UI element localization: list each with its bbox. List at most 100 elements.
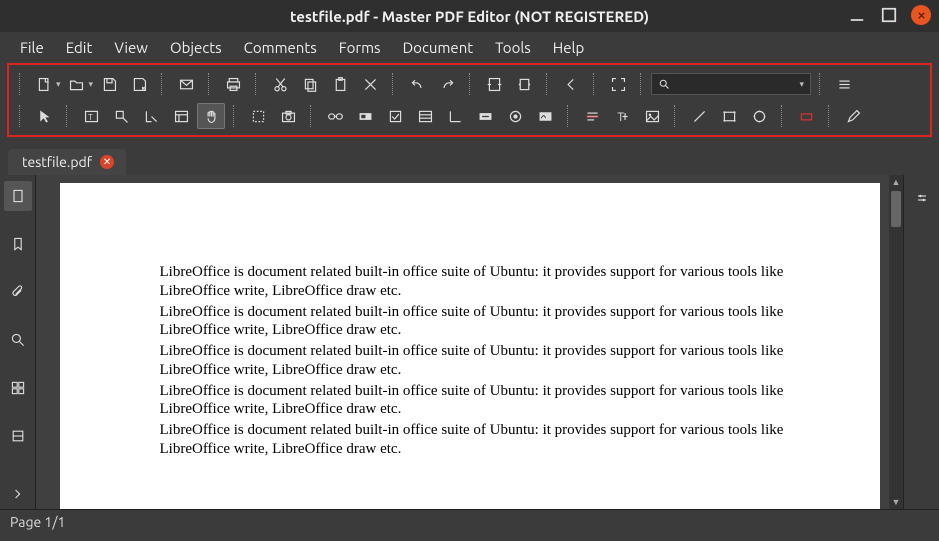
paste-button[interactable] (326, 71, 354, 97)
vertical-scrollbar[interactable]: ▲ ▼ (889, 175, 903, 509)
scroll-up-icon[interactable]: ▲ (891, 177, 901, 187)
edit-object-tool[interactable] (107, 103, 135, 129)
menu-comments[interactable]: Comments (234, 37, 327, 58)
toolbar-sep (546, 73, 549, 95)
toolbar-sep (469, 73, 472, 95)
toolbar-area: ▾ ▾ ▾ T (7, 63, 932, 137)
pdf-page: LibreOffice is document related built-in… (60, 183, 880, 509)
collapse-panel-button[interactable] (4, 479, 32, 509)
snapshot-tool[interactable] (274, 103, 302, 129)
ellipse-tool[interactable] (745, 103, 773, 129)
combo-box-tool[interactable] (441, 103, 469, 129)
search-input[interactable] (676, 77, 796, 91)
menu-document[interactable]: Document (393, 37, 484, 58)
radio-button-tool[interactable] (501, 103, 529, 129)
side-panel-left (0, 175, 36, 509)
scrollbar-thumb[interactable] (891, 191, 901, 227)
prev-page-button[interactable] (557, 71, 585, 97)
svg-text:T: T (617, 110, 624, 123)
signature-tool[interactable] (531, 103, 559, 129)
workarea: LibreOffice is document related built-in… (0, 175, 939, 509)
bookmarks-panel-button[interactable] (4, 229, 32, 259)
insert-image-tool[interactable] (638, 103, 666, 129)
dropdown-icon[interactable]: ▾ (56, 79, 61, 90)
menu-objects[interactable]: Objects (160, 37, 232, 58)
attachments-panel-button[interactable] (4, 277, 32, 307)
tabbar: testfile.pdf ✕ (0, 145, 939, 175)
pencil-tool[interactable] (839, 103, 867, 129)
menubar: File Edit View Objects Comments Forms Do… (0, 34, 939, 60)
menu-view[interactable]: View (104, 37, 158, 58)
menu-edit[interactable]: Edit (56, 37, 103, 58)
edit-form-tool[interactable] (137, 103, 165, 129)
save-as-button[interactable] (125, 71, 153, 97)
toolbar-sep (233, 105, 236, 127)
thumbnails-panel-button[interactable] (4, 373, 32, 403)
line-tool[interactable] (685, 103, 713, 129)
menu-tools[interactable]: Tools (485, 37, 541, 58)
side-panel-right (903, 175, 939, 509)
button-tool[interactable] (471, 103, 499, 129)
pages-panel-button[interactable] (4, 181, 32, 211)
page-indicator: Page 1/1 (10, 514, 65, 530)
menu-icon[interactable] (830, 71, 858, 97)
edit-text-tool[interactable]: T (77, 103, 105, 129)
toolbar-sep (66, 105, 69, 127)
save-button[interactable] (95, 71, 123, 97)
new-file-button[interactable] (30, 71, 58, 97)
paragraph: LibreOffice is document related built-in… (160, 421, 810, 459)
minimize-button[interactable] (847, 5, 867, 25)
document-tab[interactable]: testfile.pdf ✕ (8, 149, 126, 175)
text-field-tool[interactable] (351, 103, 379, 129)
checkbox-tool[interactable] (381, 103, 409, 129)
dropdown-icon[interactable]: ▾ (89, 79, 94, 90)
toolbar-sep (208, 73, 211, 95)
fullscreen-button[interactable] (604, 71, 632, 97)
hand-tool[interactable] (197, 103, 225, 129)
toolbar-sep (640, 73, 643, 95)
rectangle-tool[interactable] (715, 103, 743, 129)
toolbar-row-2: T T (13, 100, 926, 132)
list-box-tool[interactable] (411, 103, 439, 129)
toolbar-row-1: ▾ ▾ ▾ (13, 68, 926, 100)
svg-text:T: T (88, 111, 93, 121)
toolbar-sep (19, 73, 22, 95)
close-button[interactable] (911, 5, 931, 25)
statusbar: Page 1/1 (0, 509, 939, 533)
menu-file[interactable]: File (10, 37, 54, 58)
delete-button[interactable] (356, 71, 384, 97)
paragraph: LibreOffice is document related built-in… (160, 342, 810, 380)
highlight-tool[interactable] (578, 103, 606, 129)
redo-button[interactable] (433, 71, 461, 97)
toolbar-sep (392, 73, 395, 95)
link-tool[interactable] (321, 103, 349, 129)
search-icon (658, 78, 670, 90)
close-tab-button[interactable]: ✕ (100, 155, 114, 169)
cut-button[interactable] (266, 71, 294, 97)
insert-text-tool[interactable]: T (608, 103, 636, 129)
undo-button[interactable] (403, 71, 431, 97)
paragraph: LibreOffice is document related built-in… (160, 382, 810, 420)
email-button[interactable] (172, 71, 200, 97)
copy-button[interactable] (296, 71, 324, 97)
fit-page-button[interactable] (480, 71, 508, 97)
layers-panel-button[interactable] (4, 421, 32, 451)
dropdown-icon[interactable]: ▾ (800, 79, 805, 90)
object-inspector-button[interactable] (908, 185, 936, 215)
search-box[interactable]: ▾ (651, 73, 811, 95)
search-panel-button[interactable] (4, 325, 32, 355)
fit-width-button[interactable] (510, 71, 538, 97)
form-field-tool[interactable] (167, 103, 195, 129)
toolbar-sep (819, 73, 822, 95)
select-area-tool[interactable] (244, 103, 272, 129)
scroll-down-icon[interactable]: ▼ (891, 497, 901, 507)
document-canvas[interactable]: LibreOffice is document related built-in… (36, 175, 903, 509)
toolbar-sep (255, 73, 258, 95)
print-button[interactable] (219, 71, 247, 97)
stamp-tool[interactable] (792, 103, 820, 129)
select-tool[interactable] (30, 103, 58, 129)
maximize-button[interactable] (879, 5, 899, 25)
menu-help[interactable]: Help (543, 37, 594, 58)
open-file-button[interactable] (63, 71, 91, 97)
menu-forms[interactable]: Forms (329, 37, 391, 58)
